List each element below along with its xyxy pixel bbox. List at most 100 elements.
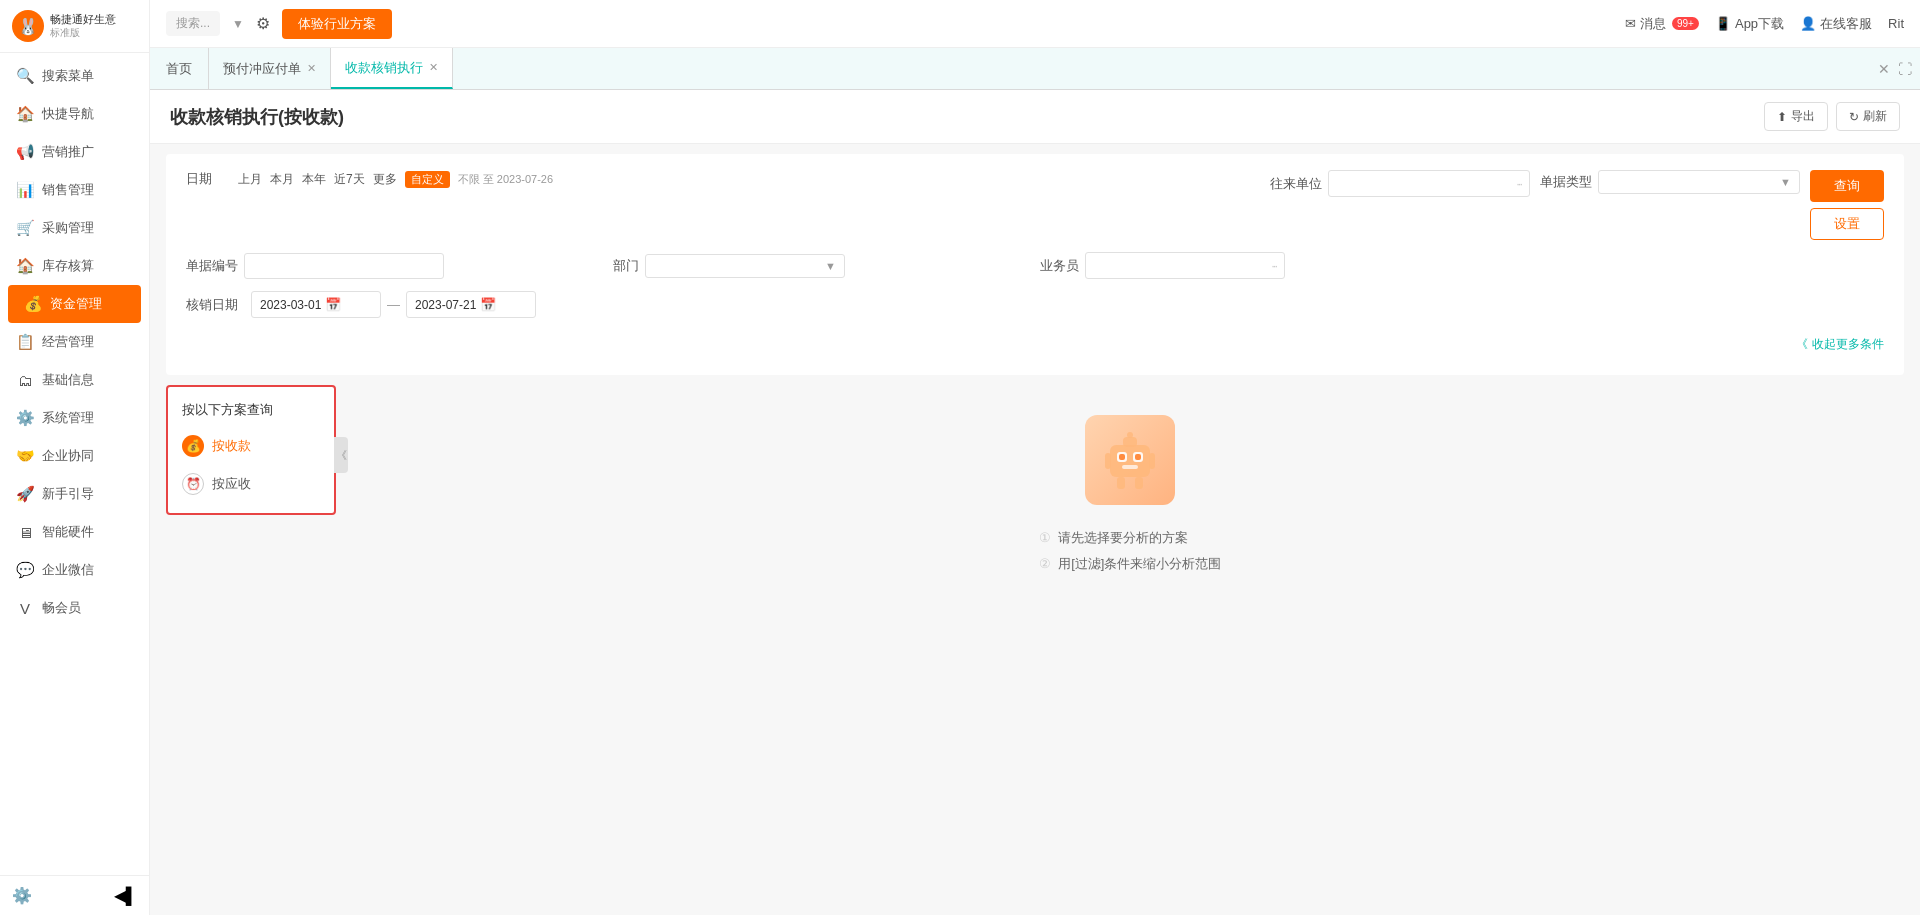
app-logo: 🐰 畅捷通好生意 标准版 — [0, 0, 149, 53]
panel-collapse-arrow[interactable]: 《 — [334, 437, 348, 473]
date-no-limit: 不限 至 2023-07-26 — [458, 172, 553, 187]
sidebar-item-inventory-label: 库存核算 — [42, 257, 94, 275]
inventory-icon: 🏠 — [16, 257, 34, 275]
app-name: 畅捷通好生意 — [50, 12, 116, 26]
svg-rect-0 — [1110, 445, 1150, 477]
topbar-gear-icon[interactable]: ⚙ — [256, 14, 270, 33]
salesman-label: 业务员 — [1040, 257, 1079, 275]
tab-prepay-close[interactable]: ✕ — [307, 62, 316, 75]
sidebar-item-hardware[interactable]: 🖥 智能硬件 — [0, 513, 149, 551]
refresh-icon: ↻ — [1849, 110, 1859, 124]
date-7days[interactable]: 近7天 — [334, 171, 365, 188]
industry-btn[interactable]: 体验行业方案 — [282, 9, 392, 39]
left-panel-title: 按以下方案查询 — [168, 397, 334, 427]
query-btn[interactable]: 查询 — [1810, 170, 1884, 202]
sidebar-item-marketing-label: 营销推广 — [42, 143, 94, 161]
sidebar-item-finance[interactable]: 💰 资金管理 — [8, 285, 141, 323]
empty-tip-1: ① 请先选择要分析的方案 — [1039, 525, 1222, 551]
tab-prepay-label: 预付冲应付单 — [223, 60, 301, 78]
tab-verify-label: 收款核销执行 — [345, 59, 423, 77]
date-range-sep: — — [387, 297, 400, 312]
online-service-btn[interactable]: 👤 在线客服 — [1800, 15, 1872, 33]
bill-no-input[interactable] — [244, 253, 444, 279]
panel-item-receipt-label: 按收款 — [212, 437, 251, 455]
sidebar-item-sales[interactable]: 📊 销售管理 — [0, 171, 149, 209]
left-nav-panel: 按以下方案查询 💰 按收款 ⏰ 按应收 《 — [166, 385, 336, 515]
operations-icon: 📋 — [16, 333, 34, 351]
verify-date-end-value: 2023-07-21 — [415, 298, 476, 312]
svg-rect-10 — [1123, 437, 1137, 447]
salesman-input[interactable]: ··· — [1085, 252, 1285, 279]
dept-arrow: ▼ — [825, 260, 836, 272]
sidebar-item-search-label: 搜索菜单 — [42, 67, 94, 85]
sidebar-item-basic-info[interactable]: 🗂 基础信息 — [0, 361, 149, 399]
sidebar-item-system[interactable]: ⚙️ 系统管理 — [0, 399, 149, 437]
export-label: 导出 — [1791, 108, 1815, 125]
empty-illustration — [1085, 415, 1175, 505]
sidebar-item-search[interactable]: 🔍 搜索菜单 — [0, 57, 149, 95]
system-icon: ⚙️ — [16, 409, 34, 427]
calendar-end-icon[interactable]: 📅 — [480, 297, 496, 312]
search-icon: 🔍 — [16, 67, 34, 85]
date-this-month[interactable]: 本月 — [270, 171, 294, 188]
topbar-right: ✉ 消息 99+ 📱 App下载 👤 在线客服 Rit — [1625, 15, 1904, 33]
tab-bar-end: ✕ ⛶ — [1870, 61, 1920, 77]
svg-rect-3 — [1119, 454, 1125, 460]
bill-type-select[interactable]: ▼ — [1598, 170, 1800, 194]
dept-select[interactable]: ▼ — [645, 254, 845, 278]
date-more[interactable]: 更多 — [373, 171, 397, 188]
export-btn[interactable]: ⬆ 导出 — [1764, 102, 1828, 131]
sidebar-item-quick-nav[interactable]: 🏠 快捷导航 — [0, 95, 149, 133]
svg-rect-4 — [1135, 454, 1141, 460]
verify-date-start-value: 2023-03-01 — [260, 298, 321, 312]
sidebar-item-purchase-label: 采购管理 — [42, 219, 94, 237]
date-custom[interactable]: 自定义 — [405, 171, 450, 188]
tab-verify-close[interactable]: ✕ — [429, 61, 438, 74]
user-name-display[interactable]: Rit — [1888, 16, 1904, 31]
tab-expand-icon[interactable]: ⛶ — [1898, 61, 1912, 77]
message-btn[interactable]: ✉ 消息 99+ — [1625, 15, 1699, 33]
svg-rect-6 — [1105, 453, 1111, 469]
app-name-block: 畅捷通好生意 标准版 — [50, 12, 116, 40]
bill-type-arrow: ▼ — [1780, 176, 1791, 188]
topbar-search-placeholder: 搜索... — [176, 15, 210, 32]
tab-home[interactable]: 首页 — [150, 48, 209, 89]
verify-date-end-input[interactable]: 2023-07-21 📅 — [406, 291, 536, 318]
verify-date-start-input[interactable]: 2023-03-01 📅 — [251, 291, 381, 318]
refresh-label: 刷新 — [1863, 108, 1887, 125]
app-download-btn[interactable]: 📱 App下载 — [1715, 15, 1784, 33]
sidebar-item-wechat[interactable]: 💬 企业微信 — [0, 551, 149, 589]
tab-home-label: 首页 — [166, 60, 192, 78]
tab-verify[interactable]: 收款核销执行 ✕ — [331, 48, 453, 89]
sidebar-item-guide-label: 新手引导 — [42, 485, 94, 503]
collapse-btn[interactable]: 《 收起更多条件 — [1796, 330, 1884, 359]
sidebar-item-enterprise[interactable]: 🤝 企业协同 — [0, 437, 149, 475]
topbar-search[interactable]: 搜索... — [166, 11, 220, 36]
counterparty-dots[interactable]: ··· — [1516, 176, 1521, 191]
verify-date-label: 核销日期 — [186, 296, 241, 314]
sidebar-item-marketing[interactable]: 📢 营销推广 — [0, 133, 149, 171]
refresh-btn[interactable]: ↻ 刷新 — [1836, 102, 1900, 131]
collapse-chevron-icon: 《 — [1796, 336, 1808, 353]
sidebar-item-inventory[interactable]: 🏠 库存核算 — [0, 247, 149, 285]
date-last-month[interactable]: 上月 — [238, 171, 262, 188]
calendar-start-icon[interactable]: 📅 — [325, 297, 341, 312]
tab-close-all-icon[interactable]: ✕ — [1878, 61, 1890, 77]
svg-rect-9 — [1135, 477, 1143, 489]
tab-prepay[interactable]: 预付冲应付单 ✕ — [209, 48, 331, 89]
sidebar: 🐰 畅捷通好生意 标准版 🔍 搜索菜单 🏠 快捷导航 📢 营销推广 📊 销售管理… — [0, 0, 150, 915]
collapse-sidebar-icon[interactable]: ◀▌ — [114, 886, 137, 905]
sidebar-item-member[interactable]: V 畅会员 — [0, 589, 149, 627]
settings-btn[interactable]: 设置 — [1810, 208, 1884, 240]
topbar-chevron-icon[interactable]: ▼ — [232, 17, 244, 31]
empty-tip-2-text: 用[过滤]条件来缩小分析范围 — [1058, 556, 1221, 571]
panel-item-by-receipt[interactable]: 💰 按收款 — [168, 427, 334, 465]
finance-icon: 💰 — [24, 295, 42, 313]
date-this-year[interactable]: 本年 — [302, 171, 326, 188]
settings-icon[interactable]: ⚙️ — [12, 886, 32, 905]
sidebar-item-guide[interactable]: 🚀 新手引导 — [0, 475, 149, 513]
sidebar-item-operations[interactable]: 📋 经营管理 — [0, 323, 149, 361]
sales-icon: 📊 — [16, 181, 34, 199]
sidebar-item-purchase[interactable]: 🛒 采购管理 — [0, 209, 149, 247]
panel-item-by-receivable[interactable]: ⏰ 按应收 — [168, 465, 334, 503]
